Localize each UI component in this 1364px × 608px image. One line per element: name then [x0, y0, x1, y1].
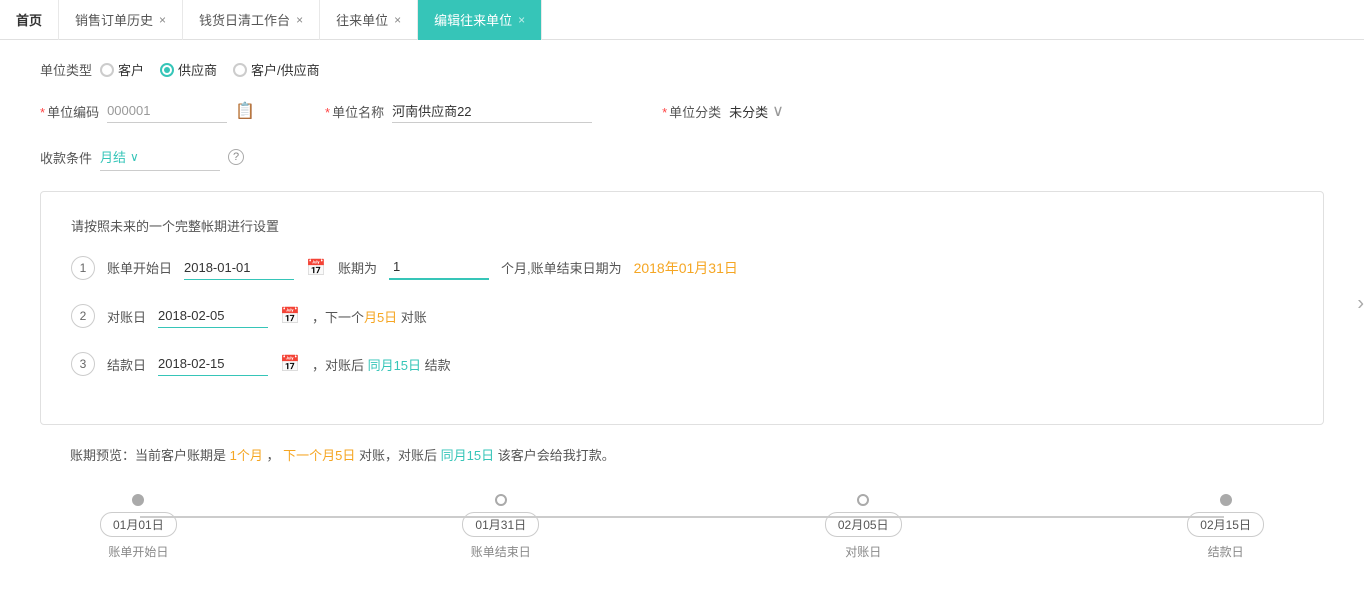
timeline-items: 01月01日 账单开始日 01月31日 账单结束日 02月05日 对账日 02月…: [100, 494, 1264, 560]
tab-edit-partner[interactable]: 编辑往来单位 ×: [418, 0, 542, 40]
code-calendar-icon[interactable]: 📋: [235, 101, 255, 121]
unit-type-label: 单位类型: [40, 60, 92, 79]
main-content: 单位类型 客户 供应商 客户/供应商 单位编码 📋: [0, 40, 1364, 608]
tabs-bar: 首页 销售订单历史 × 钱货日清工作台 × 往来单位 × 编辑往来单位 × ›: [0, 0, 1364, 40]
settings-card: 请按照未来的一个完整帐期进行设置 1 账单开始日 📅 账期为 个月,账单结束日期…: [40, 191, 1324, 425]
preview-part2: 下一个月5日: [283, 448, 355, 463]
reconcile-suffix: ，下一个月5日 对账: [312, 307, 427, 326]
tab-sales-history[interactable]: 销售订单历史 ×: [59, 0, 183, 40]
classify-arrow-icon: ∨: [772, 101, 784, 121]
row-num-3: 3: [71, 352, 95, 376]
radio-label-both: 客户/供应商: [251, 60, 320, 79]
preview-prefix: 账期预览：当前客户账期是: [70, 448, 226, 463]
help-icon[interactable]: ?: [228, 149, 244, 165]
name-input[interactable]: [392, 99, 592, 123]
preview-section: 账期预览：当前客户账期是 1个月 ， 下一个月5日 对账，对账后 同月15日 该…: [40, 445, 1324, 464]
row-label-startdate: 账单开始日: [107, 258, 172, 277]
timeline-label-2: 账单结束日: [471, 543, 531, 560]
tab-cash-work[interactable]: 钱货日清工作台 ×: [183, 0, 320, 40]
timeline-label-4: 结款日: [1208, 543, 1244, 560]
name-group: 单位名称: [325, 99, 592, 123]
unit-type-group: 单位类型 客户 供应商 客户/供应商: [40, 60, 320, 79]
reconcile-calendar-icon[interactable]: 📅: [280, 306, 300, 326]
code-name-row: 单位编码 📋 单位名称 单位分类 未分类 ∨: [40, 99, 1324, 123]
radio-circle-supplier: [160, 63, 174, 77]
row-label-payment: 结款日: [107, 355, 146, 374]
radio-circle-both: [233, 63, 247, 77]
payment-date-input[interactable]: [158, 352, 268, 376]
card-row-2: 2 对账日 📅 ，下一个月5日 对账: [71, 304, 1293, 328]
radio-supplier[interactable]: 供应商: [160, 60, 217, 79]
timeline-dot-payment: [1220, 494, 1232, 506]
period-input[interactable]: [389, 255, 489, 280]
radio-circle-customer: [100, 63, 114, 77]
payment-row: 收款条件 月结 ∨ ?: [40, 143, 1324, 171]
tabs-expand-arrow[interactable]: ›: [1357, 293, 1364, 316]
row-num-2: 2: [71, 304, 95, 328]
timeline-dot-reconcile: [857, 494, 869, 506]
classify-value: 未分类: [729, 102, 768, 121]
timeline-item-start: 01月01日 账单开始日: [100, 494, 177, 560]
tab-home[interactable]: 首页: [0, 0, 59, 40]
radio-group: 客户 供应商 客户/供应商: [100, 60, 320, 79]
close-sales-history[interactable]: ×: [159, 13, 166, 27]
preview-part3: 同月15日: [441, 448, 494, 463]
name-label: 单位名称: [325, 102, 384, 121]
preview-suffix: 该客户会给我打款。: [498, 448, 615, 463]
unit-type-row: 单位类型 客户 供应商 客户/供应商: [40, 60, 1324, 79]
preview-sep1: ，: [267, 448, 280, 463]
payment-group: 收款条件 月结 ∨ ?: [40, 143, 244, 171]
radio-label-customer: 客户: [118, 60, 144, 79]
payment-dropdown-icon: ∨: [130, 150, 139, 164]
close-partner-list[interactable]: ×: [394, 13, 401, 27]
period-label: 账期为: [338, 258, 377, 277]
code-group: 单位编码 📋: [40, 99, 255, 123]
timeline-item-end: 01月31日 账单结束日: [462, 494, 539, 560]
code-input[interactable]: [107, 99, 227, 123]
card-row-3: 3 结款日 📅 ，对账后 同月15日 结款: [71, 352, 1293, 376]
timeline-label-3: 对账日: [845, 543, 881, 560]
start-date-input[interactable]: [184, 256, 294, 280]
timeline-dot-start: [132, 494, 144, 506]
classify-group: 单位分类 未分类 ∨: [662, 101, 784, 121]
payment-label: 收款条件: [40, 148, 92, 167]
preview-sep2: 对账，对账后: [359, 448, 441, 463]
timeline-item-reconcile: 02月05日 对账日: [825, 494, 902, 560]
timeline-item-payment: 02月15日 结款日: [1187, 494, 1264, 560]
preview-part1: 1个月: [230, 448, 263, 463]
timeline-container: 01月01日 账单开始日 01月31日 账单结束日 02月05日 对账日 02月…: [40, 494, 1324, 560]
payment-suffix: ，对账后 同月15日 结款: [312, 355, 451, 374]
timeline-label-1: 账单开始日: [108, 543, 168, 560]
period-end-date: 2018年01月31日: [634, 258, 738, 278]
code-label: 单位编码: [40, 102, 99, 121]
start-date-calendar-icon[interactable]: 📅: [306, 258, 326, 278]
classify-label: 单位分类: [662, 102, 721, 121]
card-row-1: 1 账单开始日 📅 账期为 个月,账单结束日期为 2018年01月31日: [71, 255, 1293, 280]
classify-select[interactable]: 未分类 ∨: [729, 101, 784, 121]
row-label-reconcile: 对账日: [107, 307, 146, 326]
period-unit-text: 个月,账单结束日期为: [501, 258, 622, 277]
timeline-line: [140, 516, 1224, 518]
payment-value: 月结: [100, 147, 126, 166]
payment-calendar-icon[interactable]: 📅: [280, 354, 300, 374]
radio-label-supplier: 供应商: [178, 60, 217, 79]
radio-both[interactable]: 客户/供应商: [233, 60, 320, 79]
reconcile-date-input[interactable]: [158, 304, 268, 328]
card-hint: 请按照未来的一个完整帐期进行设置: [71, 216, 1293, 235]
payment-select[interactable]: 月结 ∨: [100, 143, 220, 171]
close-cash-work[interactable]: ×: [296, 13, 303, 27]
tab-partner-list[interactable]: 往来单位 ×: [320, 0, 418, 40]
close-edit-partner[interactable]: ×: [518, 13, 525, 27]
row-num-1: 1: [71, 256, 95, 280]
radio-customer[interactable]: 客户: [100, 60, 144, 79]
timeline-dot-end: [495, 494, 507, 506]
